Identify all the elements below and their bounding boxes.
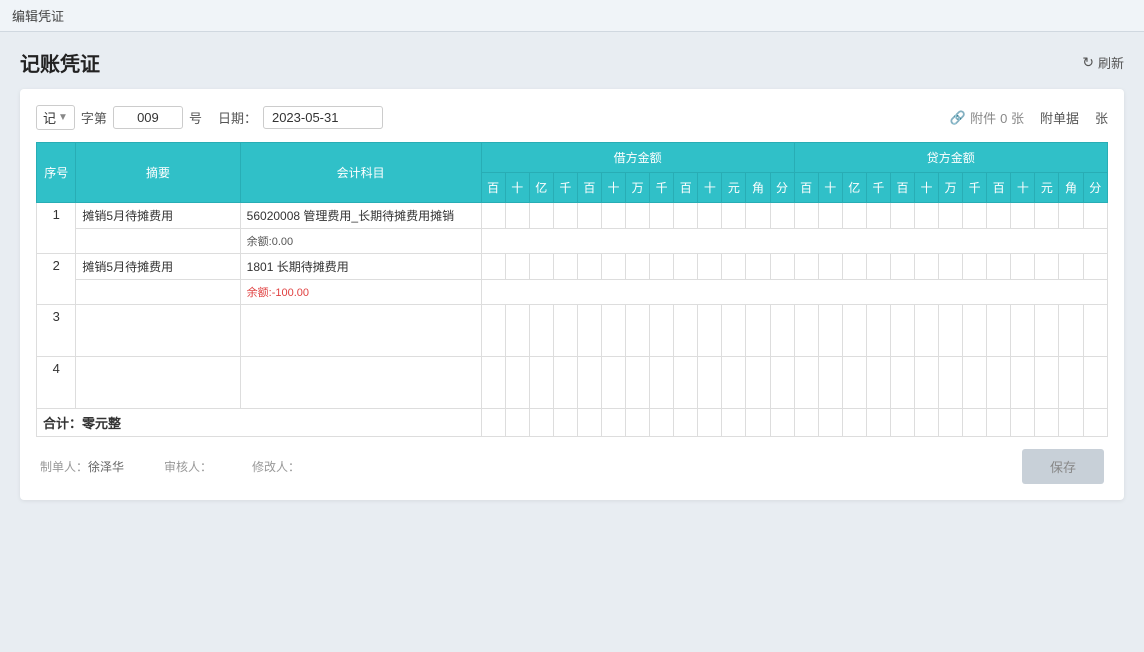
digit-header-d1: 百 [481,173,505,203]
chevron-down-icon: ▼ [58,112,68,123]
row-balance-1: 余额:0.00 [240,229,481,254]
type-group: 记 ▼ 字第 号 [36,105,202,130]
window-title-bar: 编辑凭证 [0,0,1144,32]
window-title: 编辑凭证 [12,6,64,25]
hao-label: 号 [189,108,202,127]
creator-value: 徐泽华 [88,460,124,474]
digit-header-c1: 百 [794,173,818,203]
table-row-2: 2 摊销5月待摊费用 1801 长期待摊费用 [37,254,1108,280]
footer: 制单人：徐泽华 审核人： 修改人： 保存 [36,449,1108,484]
digit-header-d4: 千 [553,173,577,203]
digit-header-d7: 万 [626,173,650,203]
total-row: 合计：零元整 [37,409,1108,437]
attachment-icon: 🔗 [950,110,966,126]
row-account-1[interactable]: 56020008 管理费用_长期待摊费用摊销 [240,203,481,229]
row-account-3[interactable] [240,305,481,357]
col-header-account: 会计科目 [240,143,481,203]
refresh-button[interactable]: ↻ 刷新 [1082,53,1124,72]
digit-header-d11: 元 [722,173,746,203]
digit-header-c11: 元 [1035,173,1059,203]
row-summary-2[interactable]: 摊销5月待摊费用 [76,254,240,280]
digit-header-c9: 百 [987,173,1011,203]
digit-header-c8: 千 [963,173,987,203]
page-title: 记账凭证 [20,48,100,77]
row-summary-3[interactable] [76,305,240,357]
digit-header-d9: 百 [674,173,698,203]
date-label: 日期： [218,108,257,127]
digit-header-d13: 分 [770,173,794,203]
digit-header-d12: 角 [746,173,770,203]
col-header-credit: 贷方金额 [794,143,1107,173]
digit-header-c13: 分 [1083,173,1107,203]
digit-header-c5: 百 [890,173,914,203]
table-row-4: 4 [37,357,1108,409]
digit-header-c12: 角 [1059,173,1083,203]
digit-header-c2: 十 [818,173,842,203]
voucher-number-input[interactable] [113,106,183,129]
row-balance-summary-1 [76,229,240,254]
row-summary-1[interactable]: 摊销5月待摊费用 [76,203,240,229]
total-cell: 合计：零元整 [37,409,482,437]
digit-header-c7: 万 [939,173,963,203]
digit-header-d5: 百 [577,173,601,203]
single-sheet-link[interactable]: 附单据 [1040,108,1079,127]
refresh-icon: ↻ [1082,54,1094,71]
table-row-balance-2: 余额:-100.00 [37,280,1108,305]
modifier-label: 修改人： [252,458,300,475]
digit-header-c3: 亿 [842,173,866,203]
digit-header-c10: 十 [1011,173,1035,203]
date-group: 日期： [218,106,383,129]
voucher-table-container: 序号 摘要 会计科目 借方金额 贷方金额 百 十 亿 千 百 十 万 [36,142,1108,437]
reviewer-label: 审核人： [164,458,212,475]
row-account-2[interactable]: 1801 长期待摊费用 [240,254,481,280]
digit-header-d10: 十 [698,173,722,203]
type-select[interactable]: 记 ▼ [36,105,75,130]
row-account-4[interactable] [240,357,481,409]
table-row: 1 摊销5月待摊费用 56020008 管理费用_长期待摊费用摊销 [37,203,1108,229]
sheet-count: 张 [1095,108,1108,127]
col-header-seq: 序号 [37,143,76,203]
attachment-area: 🔗 附件 0 张 [950,108,1024,127]
digit-header-d2: 十 [505,173,529,203]
digit-header-d8: 千 [650,173,674,203]
digit-header-d3: 亿 [529,173,553,203]
digit-header-d6: 十 [601,173,625,203]
digit-header-c4: 千 [866,173,890,203]
row-seq-2: 2 [37,254,76,305]
digit-header-c6: 十 [914,173,938,203]
row-summary-4[interactable] [76,357,240,409]
table-row-balance-1: 余额:0.00 [37,229,1108,254]
row-seq-4: 4 [37,357,76,409]
table-row-3: 3 [37,305,1108,357]
zi-label: 字第 [81,108,107,127]
row-seq-1: 1 [37,203,76,254]
voucher-table: 序号 摘要 会计科目 借方金额 贷方金额 百 十 亿 千 百 十 万 [36,142,1108,437]
col-header-summary: 摘要 [76,143,240,203]
right-controls: 🔗 附件 0 张 附单据 张 [950,108,1108,127]
creator-label: 制单人：徐泽华 [40,458,124,475]
row-seq-3: 3 [37,305,76,357]
col-header-debit: 借方金额 [481,143,794,173]
save-button[interactable]: 保存 [1022,449,1104,484]
date-input[interactable] [263,106,383,129]
